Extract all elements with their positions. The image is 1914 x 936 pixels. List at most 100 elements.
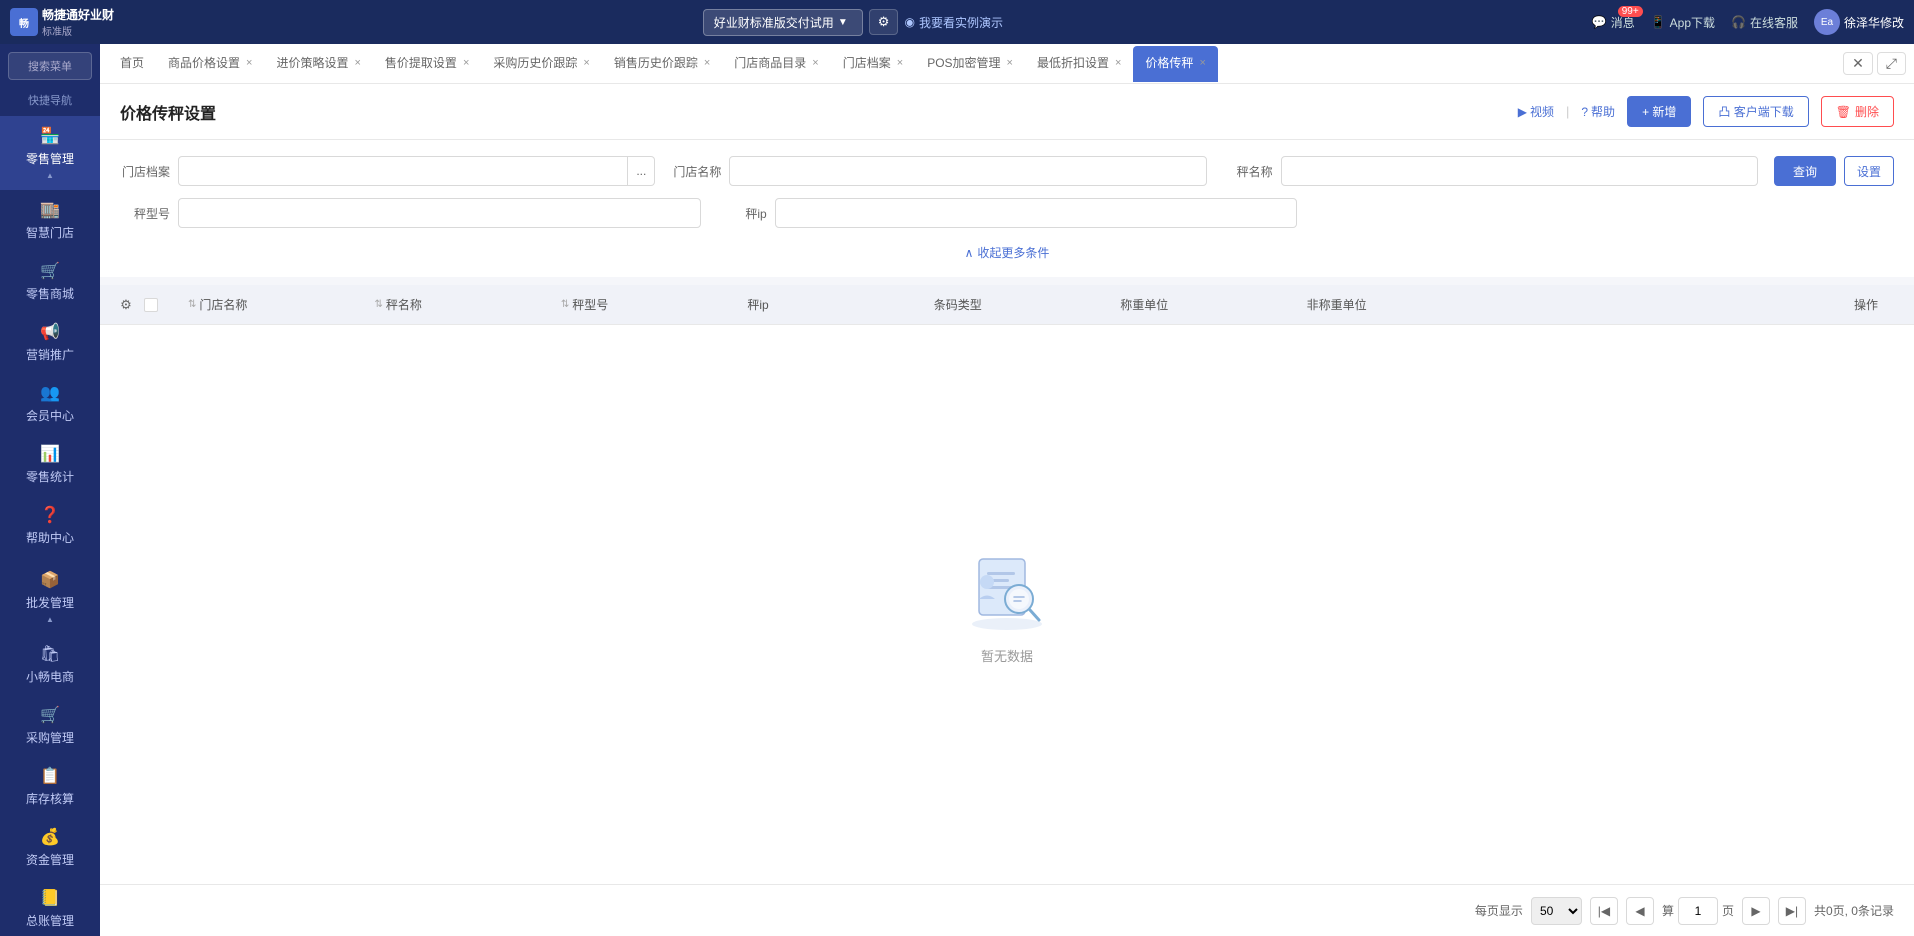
- prev-page-button[interactable]: ◀: [1626, 897, 1654, 925]
- th-scale-name-sort-icon: ⇅: [374, 299, 382, 310]
- tab-close-icon[interactable]: ×: [463, 57, 469, 69]
- next-page-button[interactable]: ▶: [1742, 897, 1770, 925]
- tab-close-icon[interactable]: ×: [897, 57, 903, 69]
- help-icon: ❓: [40, 505, 60, 525]
- sidebar-item-purchase[interactable]: 🛒 采购管理: [0, 695, 100, 756]
- settings-gear-button[interactable]: ⚙: [869, 9, 899, 35]
- th-check[interactable]: [144, 298, 180, 312]
- tab-controls: ✕ ⤢: [1843, 52, 1906, 75]
- demo-link[interactable]: ◉ 我要看实例演示: [904, 14, 1003, 31]
- video-link[interactable]: ▶ 视频: [1518, 103, 1554, 120]
- tab-price-scale[interactable]: 价格传秤 ×: [1133, 46, 1217, 82]
- sidebar-item-member[interactable]: 👥 会员中心: [0, 373, 100, 434]
- tab-label: 最低折扣设置: [1037, 54, 1109, 71]
- tab-purchase-history[interactable]: 采购历史价跟踪 ×: [481, 46, 601, 82]
- close-tab-button[interactable]: ✕: [1843, 52, 1873, 75]
- sidebar-item-retail-mall[interactable]: 🛒 零售商城: [0, 251, 100, 312]
- sidebar-item-label: 营销推广: [26, 346, 74, 363]
- tab-close-icon[interactable]: ×: [704, 57, 710, 69]
- select-all-checkbox[interactable]: [144, 298, 158, 312]
- store-name-input[interactable]: [729, 156, 1206, 186]
- th-store-name-label: 门店名称: [199, 296, 247, 313]
- store-file-input[interactable]: [178, 156, 628, 186]
- scale-model-label: 秤型号: [120, 205, 170, 222]
- tab-label: 进价策略设置: [276, 54, 348, 71]
- user-info[interactable]: Ea 徐泽华修改: [1814, 9, 1904, 35]
- online-service-label: 在线客服: [1750, 14, 1798, 31]
- tab-min-discount[interactable]: 最低折扣设置 ×: [1025, 46, 1133, 82]
- tab-close-icon[interactable]: ×: [583, 57, 589, 69]
- tab-pos-management[interactable]: POS加密管理 ×: [915, 46, 1025, 82]
- maximize-tab-button[interactable]: ⤢: [1877, 52, 1906, 75]
- tab-purchase-strategy[interactable]: 进价策略设置 ×: [264, 46, 372, 82]
- version-selector[interactable]: 好业财标准版交付试用 ▼: [703, 9, 863, 36]
- member-icon: 👥: [40, 383, 60, 403]
- query-button[interactable]: 查询: [1774, 156, 1836, 186]
- sidebar-item-smart-store[interactable]: 🏬 智慧门店: [0, 190, 100, 251]
- tab-bar: 首页 商品价格设置 × 进价策略设置 × 售价提取设置 × 采购历史价跟踪 ×: [100, 44, 1914, 84]
- tab-close-icon[interactable]: ×: [812, 57, 818, 69]
- sidebar-item-ecommerce[interactable]: 🛍 小畅电商: [0, 634, 100, 695]
- tab-close-icon[interactable]: ×: [246, 57, 252, 69]
- sidebar-item-help[interactable]: ❓ 帮助中心: [0, 495, 100, 556]
- sidebar-nav-label[interactable]: 快捷导航: [0, 88, 100, 112]
- page-total: 共0页, 0条记录: [1814, 902, 1894, 919]
- sidebar-search: 搜索菜单: [0, 44, 100, 88]
- separator: |: [1566, 104, 1569, 119]
- store-file-input-wrapper: ...: [178, 156, 655, 186]
- retail-mall-icon: 🛒: [40, 261, 60, 281]
- scale-name-input[interactable]: [1281, 156, 1758, 186]
- tab-home[interactable]: 首页: [108, 46, 156, 82]
- online-service-button[interactable]: 🎧 在线客服: [1731, 14, 1798, 31]
- stats-icon: 📊: [40, 444, 60, 464]
- scale-model-input[interactable]: [178, 198, 701, 228]
- sidebar-item-wholesale[interactable]: 📦 批发管理: [0, 560, 100, 634]
- page-content: 价格传秤设置 ▶ 视频 | ? 帮助 + 新增 凸 客户端下载: [100, 84, 1914, 936]
- sidebar-item-finance[interactable]: 💰 资金管理: [0, 817, 100, 878]
- first-page-button[interactable]: |◀: [1590, 897, 1618, 925]
- tab-label: 首页: [120, 54, 144, 71]
- settings-button[interactable]: 设置: [1844, 156, 1894, 186]
- th-operation: 操作: [1826, 296, 1906, 313]
- sidebar-item-retail-management[interactable]: 🏪 零售管理: [0, 116, 100, 190]
- search-menu-button[interactable]: 搜索菜单: [8, 52, 92, 80]
- search-form: 门店档案 ... 门店名称 秤名称: [100, 140, 1914, 277]
- th-store-name-sort-icon: ⇅: [188, 299, 196, 310]
- tab-close-icon[interactable]: ×: [354, 57, 360, 69]
- tab-sale-extract[interactable]: 售价提取设置 ×: [373, 46, 481, 82]
- tab-close-icon[interactable]: ×: [1115, 57, 1121, 69]
- download-button[interactable]: 凸 客户端下载: [1703, 96, 1808, 127]
- sidebar-item-inventory[interactable]: 📋 库存核算: [0, 756, 100, 817]
- th-store-name: ⇅ 门店名称: [180, 296, 366, 313]
- pagination: 每页显示 50 10 20 100 |◀ ◀ 算 页 ▶ ▶|: [100, 884, 1914, 936]
- tab-store-catalog[interactable]: 门店商品目录 ×: [722, 46, 830, 82]
- video-icon: ▶: [1518, 105, 1527, 119]
- wholesale-icon: 📦: [40, 570, 60, 590]
- help-link[interactable]: ? 帮助: [1581, 103, 1615, 120]
- content-area: 首页 商品价格设置 × 进价策略设置 × 售价提取设置 × 采购历史价跟踪 ×: [100, 44, 1914, 936]
- sidebar-item-general-ledger[interactable]: 📒 总账管理: [0, 878, 100, 936]
- tab-close-icon[interactable]: ×: [1007, 57, 1013, 69]
- page-size-select[interactable]: 50 10 20 100: [1531, 897, 1582, 925]
- purchase-icon: 🛒: [40, 705, 60, 725]
- message-button[interactable]: 💬 消息 99+: [1592, 14, 1635, 31]
- sidebar-item-retail-stats[interactable]: 📊 零售统计: [0, 434, 100, 495]
- page-input[interactable]: [1678, 897, 1718, 925]
- tab-sale-history[interactable]: 销售历史价跟踪 ×: [602, 46, 722, 82]
- last-page-button[interactable]: ▶|: [1778, 897, 1806, 925]
- app-logo-icon: 畅: [10, 8, 38, 36]
- form-row-1: 门店档案 ... 门店名称 秤名称: [120, 156, 1894, 186]
- collapse-button[interactable]: ∧ 收起更多条件: [965, 244, 1050, 261]
- table-body: 暂无数据: [100, 325, 1914, 884]
- scale-ip-input[interactable]: [775, 198, 1298, 228]
- add-button[interactable]: + 新增: [1627, 96, 1691, 127]
- demo-link-text: 我要看实例演示: [919, 14, 1003, 31]
- tab-close-icon[interactable]: ×: [1199, 57, 1205, 69]
- tab-store-file[interactable]: 门店档案 ×: [831, 46, 915, 82]
- tab-price-settings[interactable]: 商品价格设置 ×: [156, 46, 264, 82]
- delete-button[interactable]: 🗑 删除: [1821, 96, 1894, 127]
- sidebar-item-marketing[interactable]: 📢 营销推广: [0, 312, 100, 373]
- store-file-extra-button[interactable]: ...: [628, 156, 655, 186]
- app-download-button[interactable]: 📱 App下载: [1651, 14, 1715, 31]
- th-gear[interactable]: ⚙: [108, 297, 144, 313]
